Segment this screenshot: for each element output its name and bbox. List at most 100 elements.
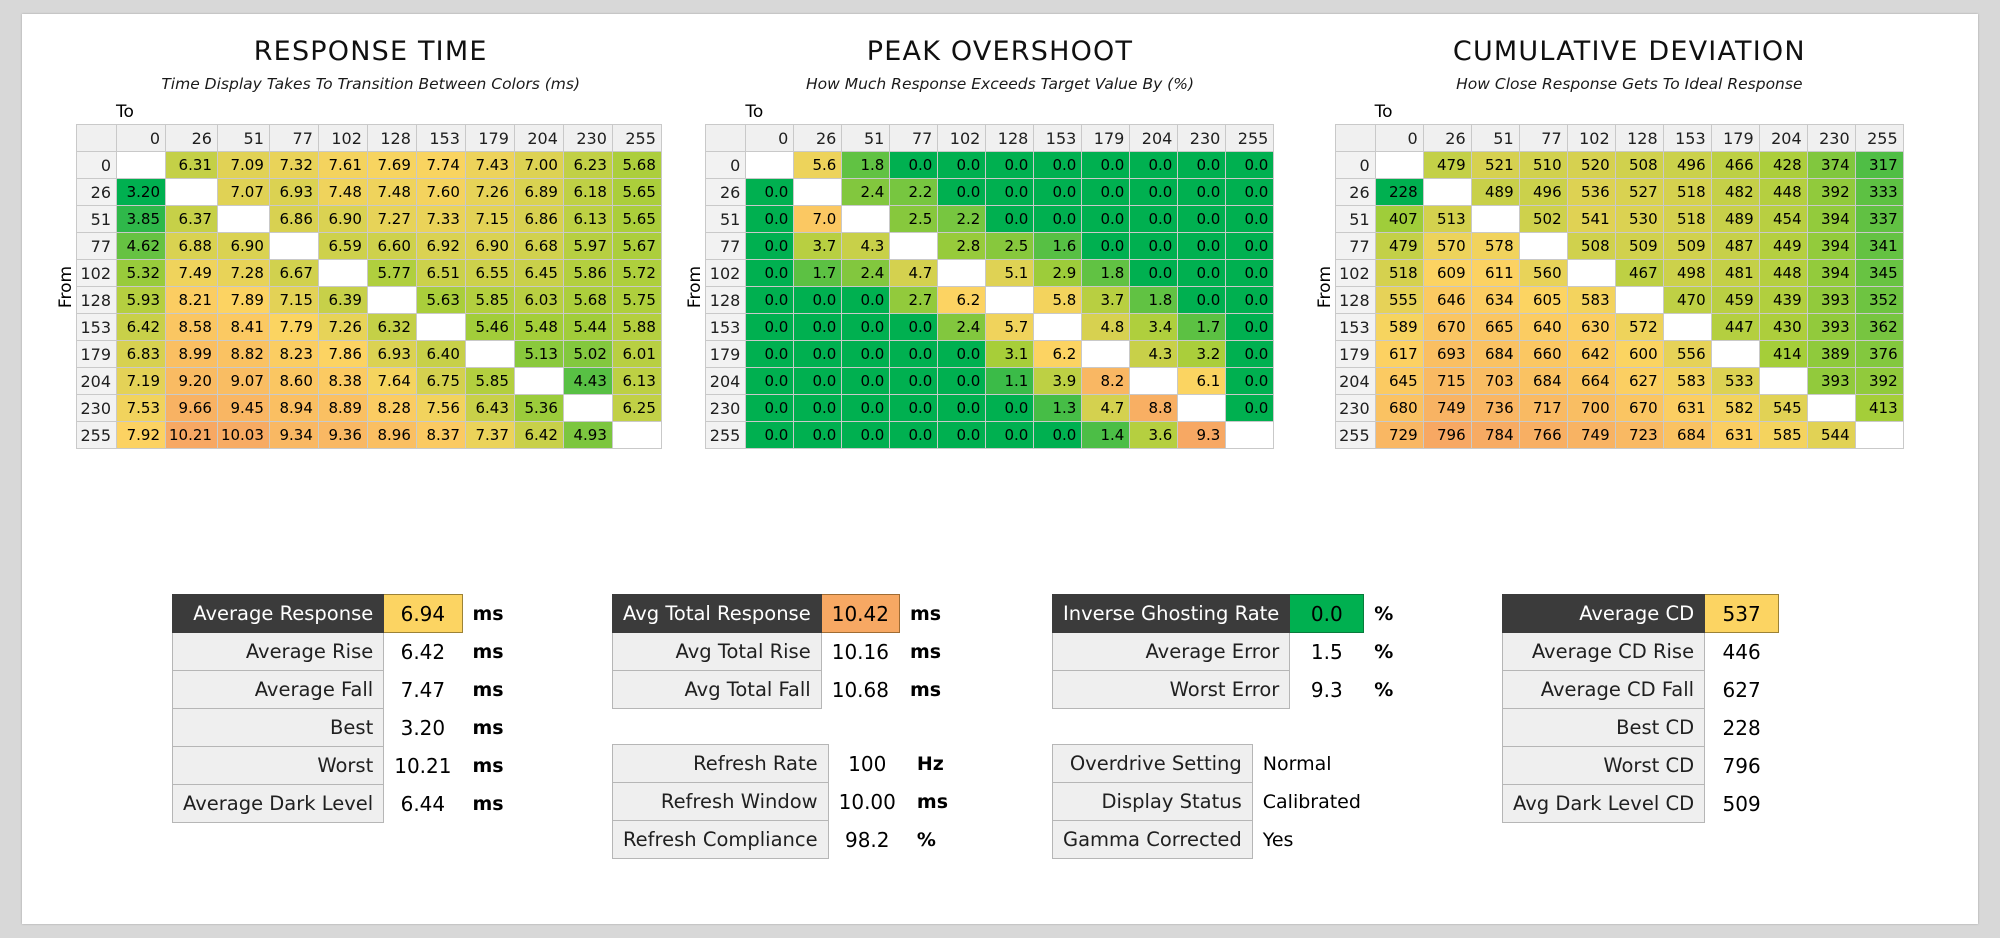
heatmap-cell: 0.0 [889, 340, 939, 368]
heatmap-cell: 4.8 [1081, 313, 1131, 341]
heatmap-cell [1710, 340, 1760, 368]
heatmap-cell: 7.48 [317, 178, 368, 206]
stats-row: Avg Total Rise 10.16 ms [612, 632, 952, 671]
heatmap-cell: 0.0 [1177, 178, 1227, 206]
heatmap-cell: 6.03 [513, 286, 564, 314]
heatmap-row: 77 4.62 6.88 6.90 6.59 6.60 6.92 6.90 6.68 5.97 5.… [76, 232, 662, 260]
heatmap-cell: 617 [1374, 340, 1424, 368]
heatmap-cell: 0.0 [889, 367, 939, 395]
heatmap-cell: 6.60 [366, 232, 417, 260]
heatmap-cell: 8.38 [317, 367, 368, 395]
heatmap-cell: 555 [1374, 286, 1424, 314]
heatmap-cell: 228 [1374, 178, 1424, 206]
heatmap-cell: 345 [1854, 259, 1904, 287]
heatmap-cell: 0.0 [1081, 178, 1131, 206]
stats-unit [1779, 785, 1800, 823]
heatmap-grid-wrap: From 0 26 51 77 102 128 153 179 204 230 255 0 6.31 7.… [56, 124, 685, 449]
heatmap-cell: 4.7 [1081, 394, 1131, 422]
heatmap-cell: 1.7 [793, 259, 843, 287]
stats-text-value: Normal [1262, 752, 1332, 775]
heatmap-cell: 6.88 [165, 232, 218, 260]
heatmap-cell: 7.56 [415, 394, 466, 422]
heatmap-row: 102 518 609 611 560 467 498 481 448 394 345 [1334, 259, 1904, 287]
heatmap-cell: 640 [1518, 313, 1568, 341]
heatmap-cell: 0.0 [937, 394, 987, 422]
axis-label-to: To [116, 102, 134, 122]
heatmap-cell: 4.3 [1129, 340, 1179, 368]
heatmap-cell: 630 [1566, 313, 1616, 341]
heatmap-row-header: 77 [76, 232, 117, 260]
heatmap-row-header: 102 [705, 259, 747, 287]
stats-unit: ms [472, 754, 504, 777]
heatmap-cell: 509 [1662, 232, 1712, 260]
heatmap-cell: 407 [1374, 205, 1424, 233]
heatmap-row-header: 26 [76, 178, 117, 206]
heatmap-cell: 7.26 [464, 178, 515, 206]
heatmap-cell: 6.2 [1033, 340, 1083, 368]
heatmap-cell: 0.0 [1033, 205, 1083, 233]
heatmap-cell [1225, 421, 1275, 449]
heatmap-cell: 8.37 [415, 421, 466, 449]
heatmap-cell: 509 [1614, 232, 1664, 260]
heatmap-cell: 684 [1518, 367, 1568, 395]
heatmap-cell: 482 [1710, 178, 1760, 206]
heatmap-cell: 376 [1854, 340, 1904, 368]
heatmap-cell: 0.0 [985, 151, 1035, 179]
heatmap-cell: 394 [1806, 205, 1856, 233]
heatmap-cell [1614, 286, 1664, 314]
heatmap-cell: 8.23 [268, 340, 319, 368]
heatmap-cell: 7.28 [216, 259, 270, 287]
heatmap-cell: 0.0 [1225, 259, 1275, 287]
heatmap-cell: 8.82 [216, 340, 270, 368]
heatmap-row: 153 0.0 0.0 0.0 0.0 2.4 5.7 4.8 3.4 1.7 0.0 [705, 313, 1275, 341]
heatmap-row: 230 680 749 736 717 700 670 631 582 545 413 [1334, 394, 1904, 422]
heatmap-cell: 5.75 [611, 286, 662, 314]
heatmap-cell: 0.0 [1129, 232, 1179, 260]
heatmap-row-header: 77 [705, 232, 747, 260]
heatmap-cell: 6.92 [415, 232, 466, 260]
heatmap-cell: 389 [1806, 340, 1856, 368]
heatmap-row-header: 153 [705, 313, 747, 341]
heatmap-col-header: 179 [464, 124, 515, 152]
stats-block-ghosting: Inverse Ghosting Rate 0.0% Average Error 1.… [1051, 594, 1404, 709]
heatmap-cell: 481 [1710, 259, 1760, 287]
heatmap-row-header: 255 [76, 421, 117, 449]
heatmap-cell: 8.58 [165, 313, 218, 341]
heatmap-cell [317, 259, 368, 287]
heatmap-cell: 7.60 [415, 178, 466, 206]
heatmap-cell: 631 [1662, 394, 1712, 422]
heatmap-cell: 8.99 [165, 340, 218, 368]
heatmap-col-header: 128 [1614, 124, 1664, 152]
heatmap-cell: 5.67 [611, 232, 662, 260]
heatmap-col-header: 102 [937, 124, 987, 152]
heatmap-cell: 0.0 [841, 421, 891, 449]
heatmap-cell: 1.3 [1033, 394, 1083, 422]
heatmap-cell: 0.0 [745, 286, 795, 314]
heatmap-cell [464, 340, 515, 368]
axis-label-from: From [685, 124, 705, 449]
stats-value: 98.2 [844, 827, 890, 852]
stats-table-response: Average Response 6.94 ms Average Rise 6.42 ms… [171, 594, 515, 823]
heatmap-cell: 0.0 [745, 313, 795, 341]
heatmap-cell: 2.7 [889, 286, 939, 314]
stats-table-refresh: Refresh Rate 100 Hz Refresh Window 10.00 ms Re… [612, 744, 959, 859]
stats-unit: ms [909, 678, 942, 701]
stats-value: 0.0 [1289, 594, 1365, 633]
stats-row: Average CD Rise 446 [1501, 632, 1800, 671]
heatmap-cell: 6.90 [464, 232, 515, 260]
heatmap-row-header: 255 [1334, 421, 1376, 449]
heatmap-cell: 0.0 [1129, 259, 1179, 287]
heatmap-cell: 1.7 [1177, 313, 1227, 341]
heatmap-cell: 536 [1566, 178, 1616, 206]
heatmap-cell: 467 [1614, 259, 1664, 287]
heatmap-cell: 0.0 [1129, 178, 1179, 206]
heatmap-cell: 2.8 [937, 232, 987, 260]
heatmap-cell: 5.72 [611, 259, 662, 287]
heatmap-cell: 521 [1470, 151, 1520, 179]
heatmap-row: 204 7.19 9.20 9.07 8.60 8.38 7.64 6.75 5.85 4.43 6… [76, 367, 662, 395]
heatmap-cell: 7.43 [464, 151, 515, 179]
stats-block-response: Average Response 6.94 ms Average Rise 6.42 ms… [171, 594, 515, 823]
stats-row: Worst Error 9.3% [1051, 670, 1404, 709]
heatmap-cell: 6.89 [513, 178, 564, 206]
stats-row: Avg Total Fall 10.68 ms [612, 670, 952, 709]
